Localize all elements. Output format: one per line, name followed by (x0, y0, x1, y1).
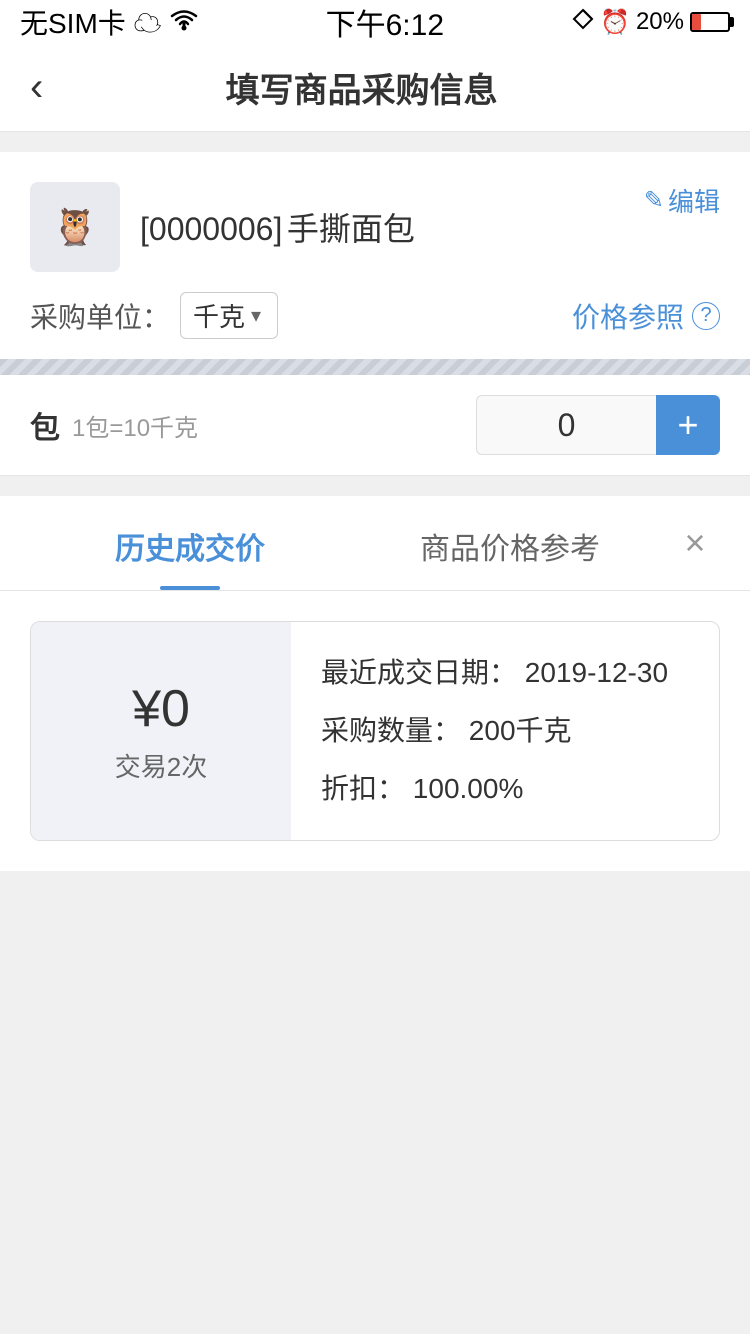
page-title: 填写商品采购信息 (63, 63, 660, 112)
quantity-detail-value: 200千克 (469, 715, 572, 746)
discount-label: 折扣： (321, 773, 405, 804)
tab-price-ref-label: 商品价格参考 (420, 533, 600, 566)
content-area: ¥0 交易2次 最近成交日期： 2019-12-30 采购数量： 200千克 折… (0, 591, 750, 871)
history-recent-date: 最近成交日期： 2019-12-30 (321, 652, 689, 694)
status-time: 下午6:12 (326, 0, 444, 44)
tab-history-label: 历史成交价 (115, 533, 265, 566)
discount-value: 100.00% (413, 773, 524, 804)
edit-button[interactable]: ✎ 编辑 (644, 182, 720, 219)
status-left: 无SIM卡 ☁ (20, 2, 198, 42)
unit-select-arrow-icon: ▾ (251, 303, 261, 328)
battery-icon (690, 12, 730, 32)
back-button[interactable]: ‹ (30, 65, 63, 110)
price-ref-button[interactable]: 价格参照 ? (572, 296, 720, 336)
recent-date-label: 最近成交日期： (321, 657, 517, 688)
close-icon: × (684, 522, 705, 564)
tab-close-button[interactable]: × (670, 518, 720, 568)
wifi-icon (170, 6, 198, 38)
quantity-input[interactable]: 0 (476, 395, 656, 455)
quantity-row: 包 1包=10千克 0 + (0, 375, 750, 476)
status-right: ⏰ 20% (572, 8, 730, 37)
recent-date-value: 2019-12-30 (525, 657, 668, 688)
quantity-input-group: 0 + (476, 395, 720, 455)
edit-icon: ✎ (644, 186, 664, 215)
product-unit-row: 采购单位： 千克 ▾ 价格参照 ? (30, 292, 720, 339)
nav-bar: ‹ 填写商品采购信息 (0, 44, 750, 132)
product-name: 手撕面包 (287, 211, 415, 247)
edit-label: 编辑 (668, 182, 720, 219)
product-name-group: [0000006] 手撕面包 (140, 204, 415, 250)
status-bar: 无SIM卡 ☁ 下午6:12 ⏰ 20% (0, 0, 750, 44)
alarm-icon: ⏰ (600, 8, 630, 37)
history-transactions: 交易2次 (115, 747, 207, 784)
stripe-divider (0, 359, 750, 375)
product-header: 🦉 [0000006] 手撕面包 ✎ 编辑 (30, 182, 720, 272)
history-price-value: ¥0 (132, 679, 190, 739)
quantity-unit-label: 包 (30, 403, 60, 447)
unit-label: 采购单位： (30, 296, 170, 336)
tab-bar: 历史成交价 商品价格参考 × (0, 496, 750, 591)
quantity-value: 0 (558, 407, 576, 444)
history-detail-panel: 最近成交日期： 2019-12-30 采购数量： 200千克 折扣： 100.0… (291, 622, 719, 840)
history-price-panel: ¥0 交易2次 (31, 622, 291, 840)
history-card: ¥0 交易2次 最近成交日期： 2019-12-30 采购数量： 200千克 折… (30, 621, 720, 841)
quantity-equiv: 1包=10千克 (72, 408, 198, 443)
battery-percent: 20% (636, 8, 684, 36)
product-id: [0000006] (140, 211, 282, 247)
quantity-label-group: 包 1包=10千克 (30, 403, 198, 447)
product-thumbnail: 🦉 (30, 182, 120, 272)
tab-price-reference[interactable]: 商品价格参考 (350, 496, 670, 590)
product-left: 🦉 [0000006] 手撕面包 (30, 182, 415, 272)
price-ref-label: 价格参照 (572, 296, 684, 336)
location-icon (572, 8, 594, 37)
price-ref-help-icon: ? (692, 302, 720, 330)
product-thumb-icon: 🦉 (53, 206, 98, 248)
quantity-label: 采购数量： (321, 715, 461, 746)
plus-icon: + (677, 404, 698, 446)
history-quantity: 采购数量： 200千克 (321, 710, 689, 752)
quantity-plus-button[interactable]: + (656, 395, 720, 455)
product-card: 🦉 [0000006] 手撕面包 ✎ 编辑 采购单位： 千克 ▾ 价格参照 ? (0, 152, 750, 359)
history-discount: 折扣： 100.00% (321, 768, 689, 810)
unit-label-group: 采购单位： 千克 ▾ (30, 292, 278, 339)
unit-value: 千克 (193, 297, 245, 334)
tab-history-price[interactable]: 历史成交价 (30, 496, 350, 590)
unit-select[interactable]: 千克 ▾ (180, 292, 278, 339)
carrier-text: 无SIM卡 ☁ (20, 2, 162, 42)
